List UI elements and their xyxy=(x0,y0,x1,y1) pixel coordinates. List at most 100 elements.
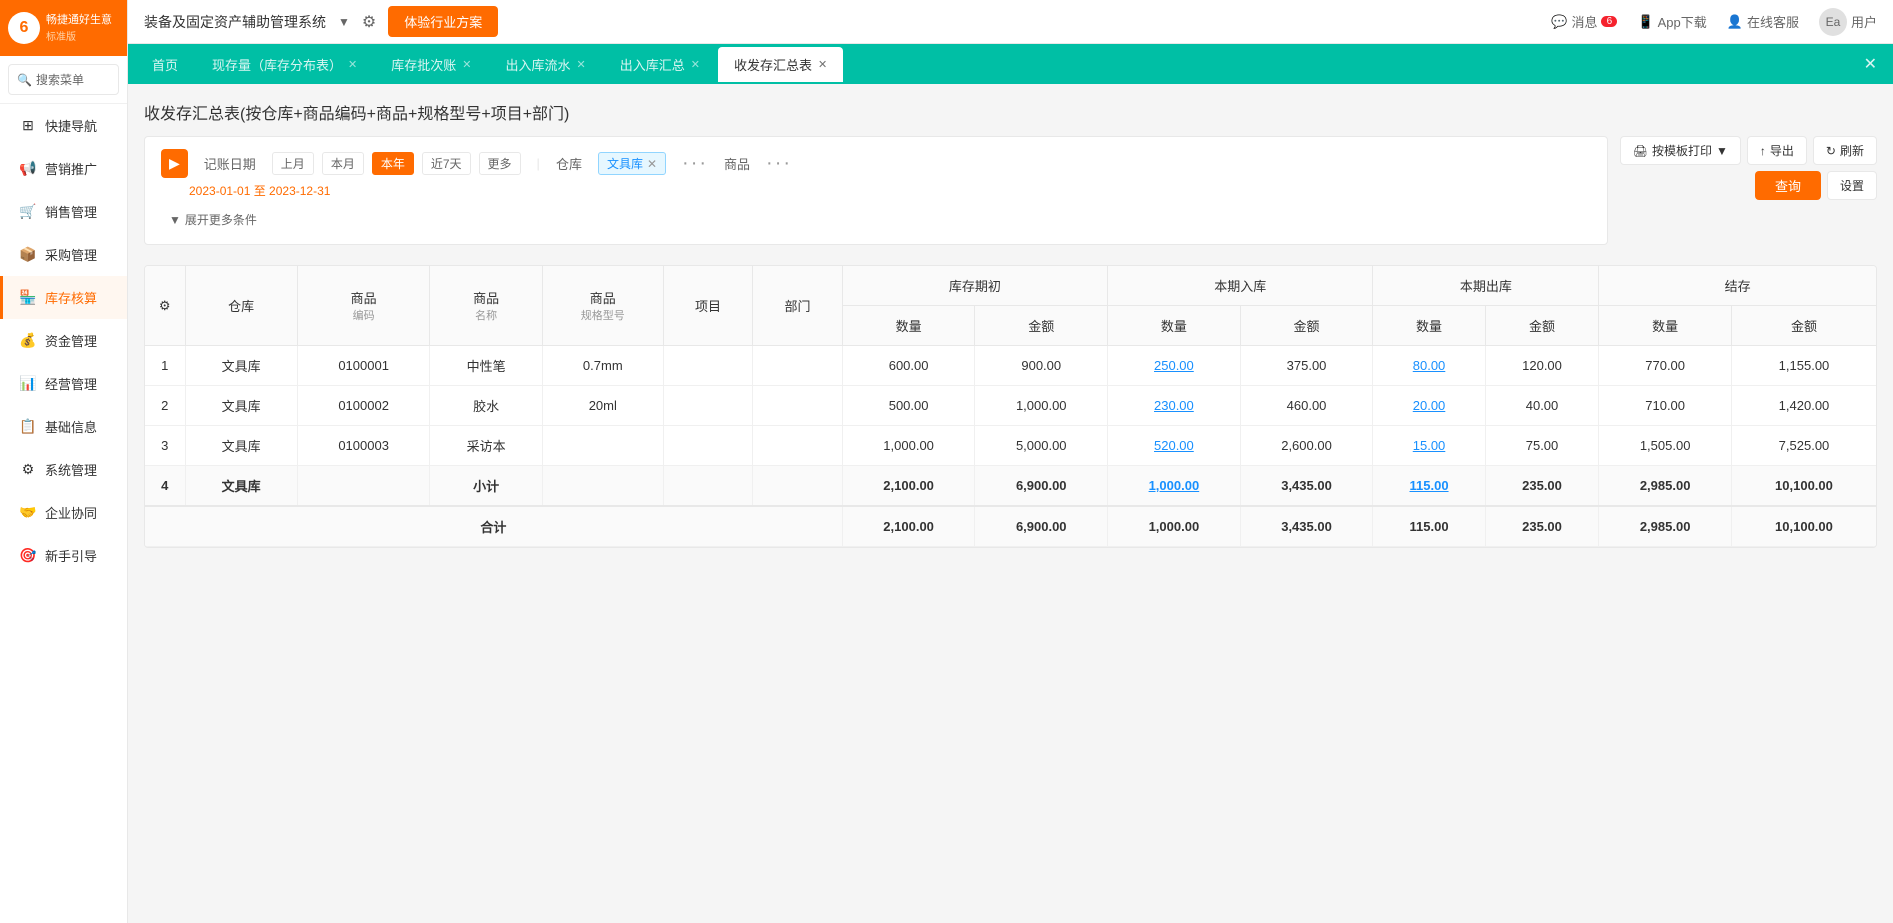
tab-inventory-dist[interactable]: 现存量（库存分布表） ✕ xyxy=(196,47,373,82)
cell-out-qty[interactable]: 115.00 xyxy=(1373,466,1485,507)
table-row: 2 文具库 0100002 胶水 20ml 500.00 1,000.00 23… xyxy=(145,386,1876,426)
cell-out-amt: 235.00 xyxy=(1485,466,1599,507)
cell-goods-name: 中性笔 xyxy=(430,346,542,386)
tab-in-out-flow[interactable]: 出入库流水 ✕ xyxy=(489,47,601,82)
message-button[interactable]: 💬 消息 6 xyxy=(1551,12,1617,31)
cell-in-qty[interactable]: 520.00 xyxy=(1108,426,1241,466)
th-settings[interactable]: ⚙ xyxy=(145,266,185,346)
settings-button[interactable]: 设置 xyxy=(1827,171,1877,200)
dropdown-icon: ▼ xyxy=(1716,144,1728,158)
tab-bar-close-icon[interactable]: ✕ xyxy=(1856,50,1885,78)
tab-in-out-summary[interactable]: 出入库汇总 ✕ xyxy=(604,47,716,82)
cell-out-qty[interactable]: 15.00 xyxy=(1373,426,1485,466)
cell-out-qty[interactable]: 80.00 xyxy=(1373,346,1485,386)
main-content: 装备及固定资产辅助管理系统 ▼ ⚙ 体验行业方案 💬 消息 6 📱 App下载 … xyxy=(128,0,1893,923)
filter-toggle-button[interactable]: ▶ xyxy=(161,149,188,178)
tab-close-inventory-dist[interactable]: ✕ xyxy=(348,58,357,71)
th-dept: 部门 xyxy=(753,266,842,346)
data-table-wrapper: ⚙ 仓库 商品 编码 商品 名称 xyxy=(144,265,1877,548)
cell-in-qty[interactable]: 250.00 xyxy=(1108,346,1241,386)
cell-project xyxy=(663,386,752,426)
warehouse-tag-close[interactable]: ✕ xyxy=(647,157,657,171)
cell-goods-spec: 0.7mm xyxy=(542,346,663,386)
cell-opening-qty: 2,100.00 xyxy=(842,466,975,507)
sidebar-item-basic[interactable]: 📋 基础信息 xyxy=(0,405,127,448)
sidebar-item-corp[interactable]: 🤝 企业协同 xyxy=(0,491,127,534)
refresh-button[interactable]: ↻ 刷新 xyxy=(1813,136,1877,165)
table-footer-row: 合计 2,100.00 6,900.00 1,000.00 3,435.00 1… xyxy=(145,506,1876,547)
business-icon: 📊 xyxy=(19,375,37,393)
date-btn-7days[interactable]: 近7天 xyxy=(422,152,471,175)
footer-in-qty: 1,000.00 xyxy=(1108,506,1241,547)
date-btn-this-month[interactable]: 本月 xyxy=(322,152,364,175)
sidebar-item-purchase[interactable]: 📦 采购管理 xyxy=(0,233,127,276)
page-title: 收发存汇总表(按仓库+商品编码+商品+规格型号+项目+部门) xyxy=(144,100,1877,124)
online-service-button[interactable]: 👤 在线客服 xyxy=(1727,12,1799,31)
user-button[interactable]: Ea 用户 xyxy=(1819,8,1877,36)
logo-subtitle: 标准版 xyxy=(46,28,112,43)
cell-in-qty[interactable]: 230.00 xyxy=(1108,386,1241,426)
sidebar-item-marketing[interactable]: 📢 营销推广 xyxy=(0,147,127,190)
search-menu-button[interactable]: 🔍 搜索菜单 xyxy=(8,64,119,95)
sidebar-item-label: 资金管理 xyxy=(45,331,97,350)
page-content: 收发存汇总表(按仓库+商品编码+商品+规格型号+项目+部门) ▶ 记账日期 上月… xyxy=(128,84,1893,923)
sidebar-item-label: 企业协同 xyxy=(45,503,97,522)
expand-conditions-button[interactable]: ▼ 展开更多条件 xyxy=(161,207,265,232)
gear-icon[interactable]: ⚙ xyxy=(362,12,376,32)
export-button[interactable]: ↑ 导出 xyxy=(1747,136,1807,165)
cell-dept xyxy=(753,426,842,466)
cell-out-qty[interactable]: 20.00 xyxy=(1373,386,1485,426)
gear-icon: ⚙ xyxy=(157,298,173,314)
cell-in-amt: 375.00 xyxy=(1240,346,1373,386)
sidebar-item-finance[interactable]: 💰 资金管理 xyxy=(0,319,127,362)
action-buttons: 🖨 按模板打印 ▼ ↑ 导出 ↻ 刷新 查询 设置 xyxy=(1620,136,1877,200)
goods-more[interactable]: ··· xyxy=(766,152,792,175)
sidebar-item-label: 新手引导 xyxy=(45,546,97,565)
th-goods-spec: 商品 规格型号 xyxy=(542,266,663,346)
cell-goods-spec xyxy=(542,426,663,466)
warehouse-more[interactable]: ··· xyxy=(682,152,708,175)
quick-nav-icon: ⊞ xyxy=(19,117,37,135)
date-btn-more[interactable]: 更多 xyxy=(479,152,521,175)
cell-warehouse: 文具库 xyxy=(185,466,297,507)
date-range: 2023-01-01 至 2023-12-31 xyxy=(189,184,330,198)
sidebar-item-guide[interactable]: 🎯 新手引导 xyxy=(0,534,127,577)
app-download-button[interactable]: 📱 App下载 xyxy=(1637,12,1706,31)
cell-balance-amt: 10,100.00 xyxy=(1731,466,1876,507)
tab-close-in-out-flow[interactable]: ✕ xyxy=(577,58,586,71)
system-dropdown[interactable]: ▼ xyxy=(338,15,350,29)
date-btn-this-year[interactable]: 本年 xyxy=(372,152,414,175)
tab-close-in-out-summary[interactable]: ✕ xyxy=(691,58,700,71)
table-row: 1 文具库 0100001 中性笔 0.7mm 600.00 900.00 25… xyxy=(145,346,1876,386)
footer-balance-qty: 2,985.00 xyxy=(1599,506,1732,547)
query-button[interactable]: 查询 xyxy=(1755,171,1821,200)
footer-balance-amt: 10,100.00 xyxy=(1731,506,1876,547)
cell-in-qty[interactable]: 1,000.00 xyxy=(1108,466,1241,507)
sidebar-search-section: 🔍 搜索菜单 xyxy=(0,56,127,104)
search-icon: 🔍 xyxy=(17,73,32,87)
tab-batch-ledger[interactable]: 库存批次账 ✕ xyxy=(375,47,487,82)
basic-icon: 📋 xyxy=(19,418,37,436)
cell-out-amt: 75.00 xyxy=(1485,426,1599,466)
sidebar-item-quick-nav[interactable]: ⊞ 快捷导航 xyxy=(0,104,127,147)
th-project: 项目 xyxy=(663,266,752,346)
tab-close-batch-ledger[interactable]: ✕ xyxy=(462,58,471,71)
guide-icon: 🎯 xyxy=(19,547,37,565)
sidebar-item-label: 库存核算 xyxy=(45,288,97,307)
sidebar-item-business[interactable]: 📊 经营管理 xyxy=(0,362,127,405)
tab-close-recv-send-summary[interactable]: ✕ xyxy=(818,58,827,71)
tab-recv-send-summary[interactable]: 收发存汇总表 ✕ xyxy=(718,47,843,82)
sidebar-item-inventory[interactable]: 🏪 库存核算 xyxy=(0,276,127,319)
tab-home[interactable]: 首页 xyxy=(136,47,194,82)
cell-no: 2 xyxy=(145,386,185,426)
trial-button[interactable]: 体验行业方案 xyxy=(388,6,498,37)
warehouse-tag: 文具库 ✕ xyxy=(598,152,666,175)
phone-icon: 📱 xyxy=(1637,14,1653,30)
print-button[interactable]: 🖨 按模板打印 ▼ xyxy=(1620,136,1741,165)
date-btn-last-month[interactable]: 上月 xyxy=(272,152,314,175)
sidebar-item-system[interactable]: ⚙ 系统管理 xyxy=(0,448,127,491)
sidebar-item-sales[interactable]: 🛒 销售管理 xyxy=(0,190,127,233)
logo-icon: 6 xyxy=(8,12,40,44)
message-icon: 💬 xyxy=(1551,14,1567,30)
sidebar-item-label: 快捷导航 xyxy=(45,116,97,135)
